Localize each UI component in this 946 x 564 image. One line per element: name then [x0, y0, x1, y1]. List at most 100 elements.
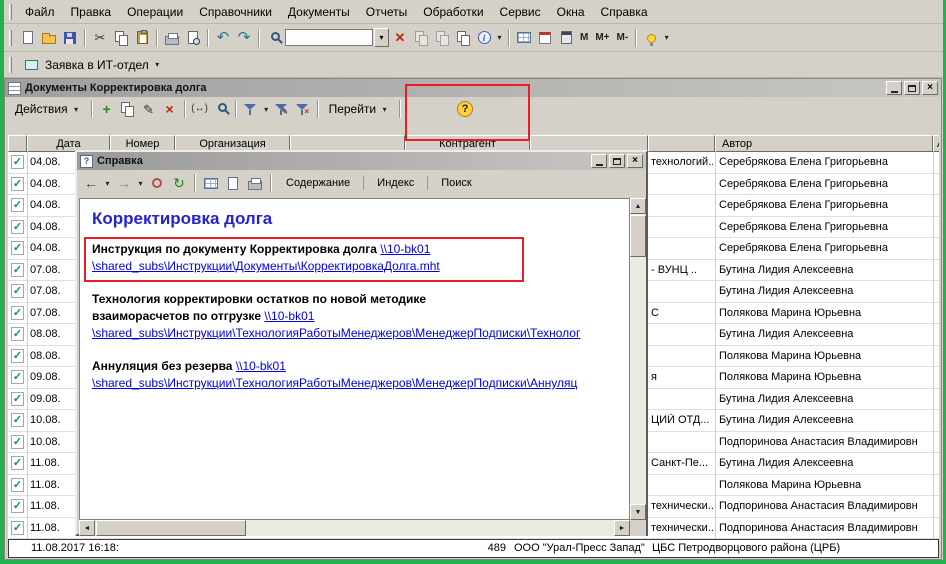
minimize-button[interactable]	[886, 81, 902, 95]
menu-grip[interactable]	[9, 3, 12, 20]
help-titlebar[interactable]: ? Справка ×	[77, 152, 646, 170]
menu-item[interactable]: Операции	[119, 2, 191, 22]
redo-button[interactable]: ↷	[234, 28, 254, 48]
back-caret[interactable]: ▾	[103, 179, 112, 188]
memory-m-plus-button[interactable]: М+	[592, 28, 612, 48]
help-entry-path-link[interactable]: \shared_subs\Инструкции\ТехнологияРаботы…	[92, 326, 580, 340]
filter-clear-button[interactable]: ×	[293, 99, 313, 119]
paste-button[interactable]	[132, 28, 152, 48]
add-button[interactable]: +	[97, 99, 117, 119]
new-document-button[interactable]	[18, 28, 38, 48]
column-header-blank-3[interactable]	[648, 135, 715, 152]
print-preview-button[interactable]	[183, 28, 203, 48]
memory-m-button[interactable]: М	[577, 28, 591, 48]
edit-button[interactable]: ✎	[139, 99, 159, 119]
restore-button[interactable]	[904, 81, 920, 95]
help-entry-server-link[interactable]: \\10-bk01	[264, 309, 314, 323]
menu-item[interactable]: Отчеты	[358, 2, 415, 22]
doc-window-titlebar[interactable]: Документы Корректировка долга ×	[5, 79, 941, 97]
tip-dropdown-caret[interactable]: ▾	[662, 33, 671, 42]
back-button[interactable]: ←	[81, 173, 101, 193]
search-button[interactable]	[264, 28, 284, 48]
column-header-author[interactable]: Автор	[715, 135, 933, 152]
page-icon	[228, 176, 238, 190]
menu-item[interactable]: Справочники	[191, 2, 280, 22]
print-button[interactable]	[162, 28, 182, 48]
cell-date: 07.08.	[30, 285, 61, 297]
find-previous-button[interactable]	[432, 28, 452, 48]
memory-m-minus-button[interactable]: М-	[614, 28, 632, 48]
show-toc-button[interactable]	[201, 173, 221, 193]
column-header-clipped[interactable]: А	[933, 135, 939, 152]
menu-item[interactable]: Правка	[63, 2, 120, 22]
bookmark-button[interactable]	[223, 173, 243, 193]
refresh-button[interactable]: ↻	[169, 173, 189, 193]
help-entry-path-link[interactable]: \shared_subs\Инструкции\Документы\Коррек…	[92, 259, 440, 273]
help-close-button[interactable]: ×	[627, 154, 643, 168]
filter-settings-button[interactable]: ✎	[272, 99, 292, 119]
menu-item[interactable]: Справка	[593, 2, 656, 22]
undo-button[interactable]: ↶	[213, 28, 233, 48]
funnel-icon	[244, 103, 257, 116]
it-request-button[interactable]	[21, 55, 41, 75]
open-button[interactable]	[39, 28, 59, 48]
menu-item[interactable]: Файл	[17, 2, 63, 22]
save-button[interactable]	[60, 28, 80, 48]
menu-item[interactable]: Документы	[280, 2, 358, 22]
menu-item[interactable]: Окна	[549, 2, 593, 22]
filter-caret[interactable]: ▾	[262, 105, 271, 114]
go-button[interactable]: Перейти ▾	[323, 100, 396, 118]
help-maximize-button[interactable]	[609, 154, 625, 168]
copy-button[interactable]	[111, 28, 131, 48]
search-clear-button[interactable]: ✕	[390, 28, 410, 48]
scroll-down-button[interactable]: ▼	[630, 504, 646, 520]
cut-button[interactable]: ✂	[90, 28, 110, 48]
forward-button[interactable]: →	[114, 173, 134, 193]
menu-item[interactable]: Обработки	[415, 2, 491, 22]
calculator-button[interactable]	[556, 28, 576, 48]
scroll-up-button[interactable]: ▲	[630, 198, 646, 214]
scroll-left-button[interactable]: ◄	[79, 520, 95, 536]
menu-item[interactable]: Сервис	[492, 2, 549, 22]
help-tab-index[interactable]: Индекс	[368, 174, 423, 192]
vscroll-thumb[interactable]	[630, 215, 646, 257]
search-input[interactable]	[285, 29, 373, 46]
table-settings-button[interactable]	[514, 28, 534, 48]
close-button[interactable]: ×	[922, 81, 938, 95]
hscroll-thumb[interactable]	[96, 520, 246, 536]
cell-date: 04.08.	[30, 177, 61, 190]
help-tab-search[interactable]: Поиск	[432, 174, 480, 192]
actions-button[interactable]: Действия ▾	[9, 100, 87, 118]
selected-row[interactable]: 11.08.2017 16:18: 489 ООО "Урал-Пресс За…	[8, 539, 939, 558]
help-hscrollbar[interactable]: ◄ ►	[79, 520, 630, 536]
copy-value-button[interactable]	[453, 28, 473, 48]
tip-button[interactable]	[641, 28, 661, 48]
info-dropdown-caret[interactable]: ▾	[495, 33, 504, 42]
find-next-button[interactable]	[411, 28, 431, 48]
help-print-button[interactable]	[245, 173, 265, 193]
delete-button[interactable]: ×	[160, 99, 180, 119]
search-dropdown-button[interactable]: ▾	[374, 28, 389, 47]
quickbar-caret[interactable]: ▾	[153, 60, 162, 69]
forward-caret[interactable]: ▾	[136, 179, 145, 188]
help-tab-contents[interactable]: Содержание	[277, 174, 359, 192]
help-button[interactable]: ?	[457, 101, 474, 117]
quickbar-grip[interactable]	[9, 56, 12, 73]
help-entry-path-link[interactable]: \shared_subs\Инструкции\ТехнологияРаботы…	[92, 376, 577, 390]
help-entry-server-link[interactable]: \\10-bk01	[380, 242, 430, 256]
help-vscrollbar[interactable]: ▲ ▼	[630, 198, 646, 520]
scroll-right-button[interactable]: ►	[614, 520, 630, 536]
interval-button[interactable]: (↔)	[190, 99, 210, 119]
help-entry-server-link[interactable]: \\10-bk01	[236, 359, 286, 373]
it-request-label[interactable]: Заявка в ИТ-отдел	[45, 58, 149, 72]
copy-item-button[interactable]	[118, 99, 138, 119]
calendar-button[interactable]	[535, 28, 555, 48]
column-header-icon[interactable]	[8, 135, 27, 152]
info-button[interactable]: i	[474, 28, 494, 48]
stop-button[interactable]	[147, 173, 167, 193]
find-in-list-button[interactable]	[211, 99, 231, 119]
filter-button[interactable]	[241, 99, 261, 119]
toolbar-grip[interactable]	[9, 29, 12, 46]
help-minimize-button[interactable]	[591, 154, 607, 168]
resize-grip[interactable]	[630, 520, 646, 536]
